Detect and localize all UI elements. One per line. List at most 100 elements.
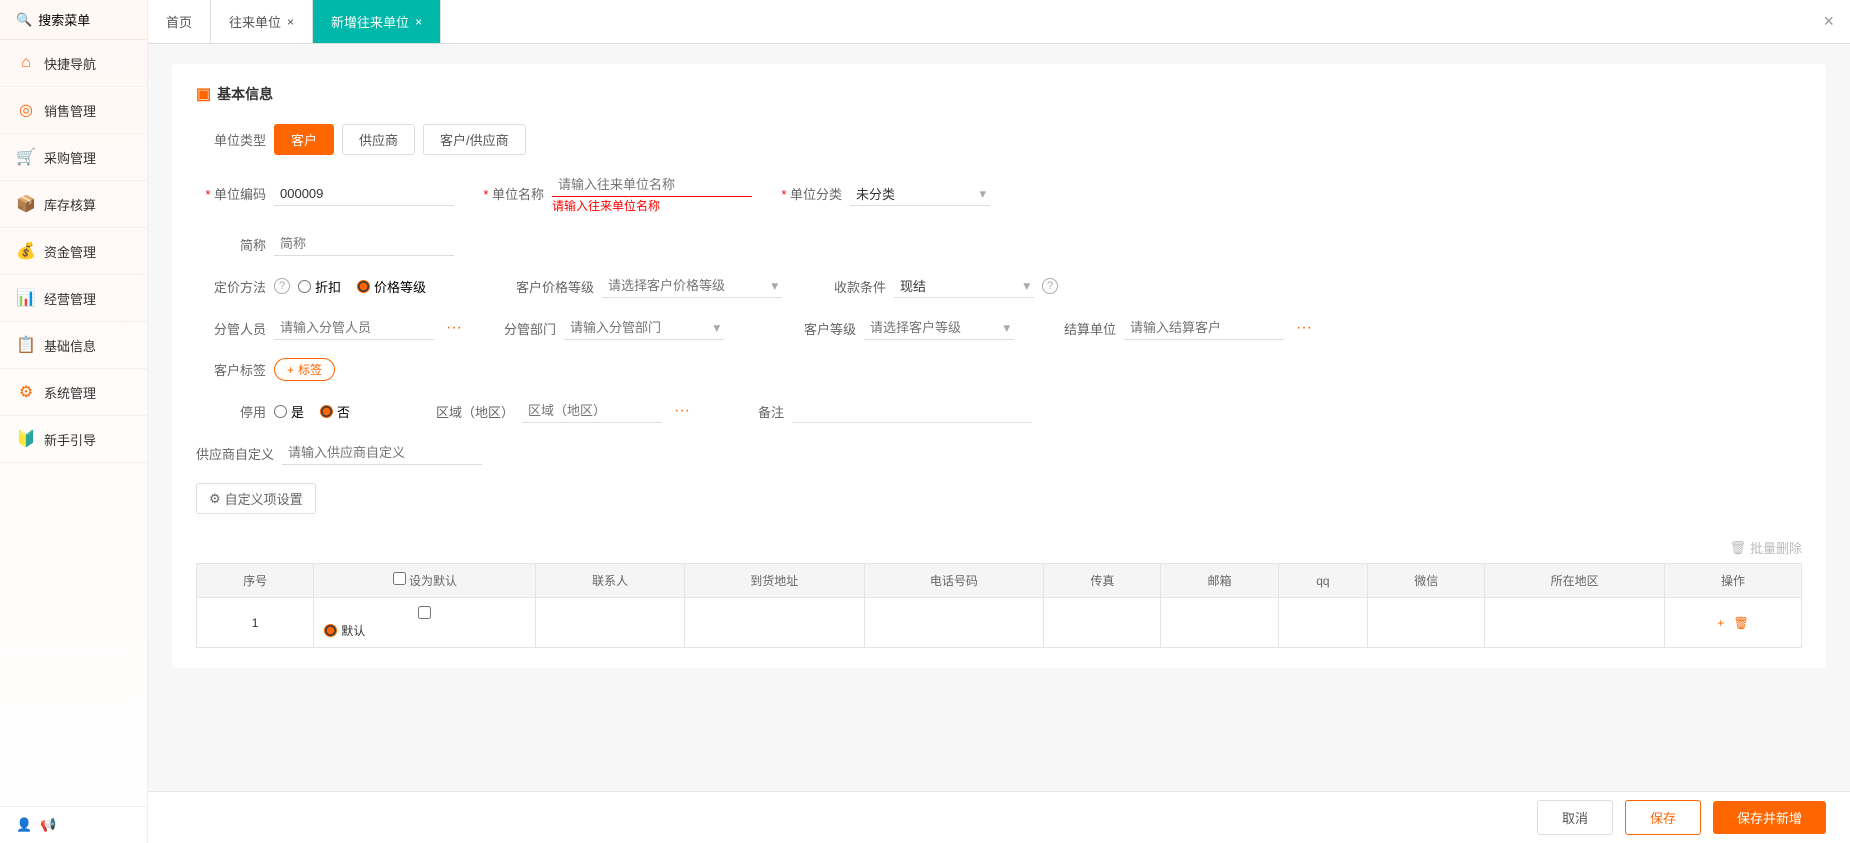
sidebar-item-guide[interactable]: 🔰新手引导 (0, 416, 147, 463)
tags-row: 客户标签 + 标签 (196, 358, 1802, 381)
pricing-discount-radio[interactable] (298, 280, 311, 293)
tab-home[interactable]: 首页 (148, 0, 211, 43)
add-tag-button[interactable]: + 标签 (274, 358, 335, 381)
payment-group: 收款条件 ▾ ? (816, 274, 1058, 298)
search-menu-item[interactable]: 🔍 搜索菜单 (0, 0, 147, 40)
unit-btn-supplier[interactable]: 供应商 (342, 124, 415, 155)
pricing-radio-group: 折扣 价格等级 (298, 277, 426, 296)
contact-table: 序号 设为默认 联系人 到货地址 电话号码 传真 邮箱 qq 微信 所在地区 操… (196, 563, 1802, 648)
dept-label: 分管部门 (486, 319, 556, 338)
custom-settings-button[interactable]: ⚙ 自定义项设置 (196, 483, 316, 514)
sidebar-item-quick-nav[interactable]: ⌂快捷导航 (0, 40, 147, 87)
price-level-input[interactable] (602, 274, 782, 298)
unit-btn-both[interactable]: 客户/供应商 (423, 124, 526, 155)
select-all-checkbox[interactable] (393, 572, 406, 585)
basic-icon: 📋 (16, 335, 36, 355)
tags-group: 客户标签 + 标签 (196, 358, 1802, 381)
sidebar-item-sales[interactable]: ◎销售管理 (0, 87, 147, 134)
col-email: 邮箱 (1161, 564, 1278, 598)
code-input[interactable] (274, 182, 454, 206)
unit-type-row: 单位类型 客户 供应商 客户/供应商 (196, 124, 1802, 155)
disabled-no-radio[interactable] (320, 405, 333, 418)
dept-group: 分管部门 ▾ (486, 316, 766, 340)
sidebar-item-system[interactable]: ⚙系统管理 (0, 369, 147, 416)
settlement-label: 结算单位 (1046, 319, 1116, 338)
payment-input[interactable] (894, 274, 1034, 298)
close-all-button[interactable]: × (1807, 11, 1850, 32)
unit-btn-customer[interactable]: 客户 (274, 124, 334, 155)
payment-help-icon[interactable]: ? (1042, 278, 1058, 294)
cell-phone (864, 598, 1044, 648)
settlement-more-btn[interactable]: ··· (1292, 319, 1316, 337)
pricing-discount-label[interactable]: 折扣 (298, 277, 341, 296)
sidebar-label-system: 系统管理 (44, 383, 96, 402)
tab-label-contacts: 往来单位 (229, 12, 281, 31)
tab-contacts[interactable]: 往来单位 × (211, 0, 313, 43)
disabled-yes-label[interactable]: 是 (274, 402, 304, 421)
region-input[interactable] (522, 399, 662, 423)
cancel-button[interactable]: 取消 (1537, 800, 1613, 835)
manager-row: 分管人员 ··· 分管部门 ▾ 客户等级 ▾ (196, 316, 1802, 340)
disabled-yes-radio[interactable] (274, 405, 287, 418)
region-group: 区域（地区） ··· (436, 399, 694, 423)
sidebar-item-operations[interactable]: 📊经营管理 (0, 275, 147, 322)
remark-label: 备注 (714, 402, 784, 421)
batch-delete-button[interactable]: 🗑 批量删除 (1729, 538, 1802, 557)
add-row-btn[interactable]: + (1717, 616, 1724, 630)
supplier-custom-row: 供应商自定义 (196, 441, 1802, 465)
region-more-btn[interactable]: ··· (670, 402, 694, 420)
finance-icon: 💰 (16, 241, 36, 261)
tab-close-new-contact[interactable]: × (415, 15, 422, 29)
category-input[interactable] (850, 182, 990, 206)
sidebar-label-quick-nav: 快捷导航 (44, 54, 96, 73)
shortname-input[interactable] (274, 232, 454, 256)
default-radio-label[interactable]: 默认 (324, 622, 525, 639)
name-input[interactable] (552, 173, 752, 197)
sidebar-item-inventory[interactable]: 📦库存核算 (0, 181, 147, 228)
section-title: ▣ 基本信息 (196, 84, 1802, 104)
tab-close-contacts[interactable]: × (287, 15, 294, 29)
customer-level-input[interactable] (864, 316, 1014, 340)
gear-icon: ⚙ (209, 491, 221, 507)
sidebar-item-basic[interactable]: 📋基础信息 (0, 322, 147, 369)
settlement-input[interactable] (1124, 316, 1284, 340)
code-label: 单位编码 (196, 184, 266, 203)
category-select-wrap (850, 182, 990, 206)
sidebar-label-inventory: 库存核算 (44, 195, 96, 214)
remark-input[interactable] (792, 399, 1032, 423)
dept-input[interactable] (564, 316, 724, 340)
pricing-level-radio[interactable] (357, 280, 370, 293)
supplier-custom-input[interactable] (282, 441, 482, 465)
pricing-label: 定价方法 (196, 277, 266, 296)
content-area: ▣ 基本信息 单位类型 客户 供应商 客户/供应商 单位编码 (148, 44, 1850, 791)
default-radio[interactable] (324, 624, 337, 637)
col-fax: 传真 (1044, 564, 1161, 598)
disabled-label: 停用 (196, 402, 266, 421)
tab-new-contact[interactable]: 新增往来单位 × (313, 0, 441, 43)
sidebar-label-sales: 销售管理 (44, 101, 96, 120)
tag-btn-label: 标签 (298, 361, 322, 378)
col-actions: 操作 (1664, 564, 1801, 598)
col-wechat: 微信 (1368, 564, 1485, 598)
disabled-radio-group: 是 否 (274, 402, 350, 421)
shortname-group: 简称 (196, 232, 454, 256)
del-row-btn[interactable]: 🗑 (1734, 616, 1749, 630)
tab-label-new-contact: 新增往来单位 (331, 12, 409, 31)
row-checkbox[interactable] (418, 606, 431, 619)
col-contact: 联系人 (536, 564, 684, 598)
disabled-group: 停用 是 否 (196, 402, 416, 421)
disabled-no-label[interactable]: 否 (320, 402, 350, 421)
manager-input[interactable] (274, 316, 434, 340)
sidebar-label-purchase: 采购管理 (44, 148, 96, 167)
pricing-level-label[interactable]: 价格等级 (357, 277, 426, 296)
sidebar-item-purchase[interactable]: 🛒采购管理 (0, 134, 147, 181)
sidebar-label-operations: 经营管理 (44, 289, 96, 308)
pricing-row: 定价方法 ? 折扣 价格等级 客户价格等级 (196, 274, 1802, 298)
name-input-wrap: 请输入往来单位名称 (552, 173, 752, 214)
table-actions-top: 🗑 批量删除 (196, 538, 1802, 557)
manager-more-btn[interactable]: ··· (442, 319, 466, 337)
sidebar-item-finance[interactable]: 💰资金管理 (0, 228, 147, 275)
save-button[interactable]: 保存 (1625, 800, 1701, 835)
save-new-button[interactable]: 保存并新增 (1713, 801, 1826, 834)
pricing-help-icon[interactable]: ? (274, 278, 290, 294)
